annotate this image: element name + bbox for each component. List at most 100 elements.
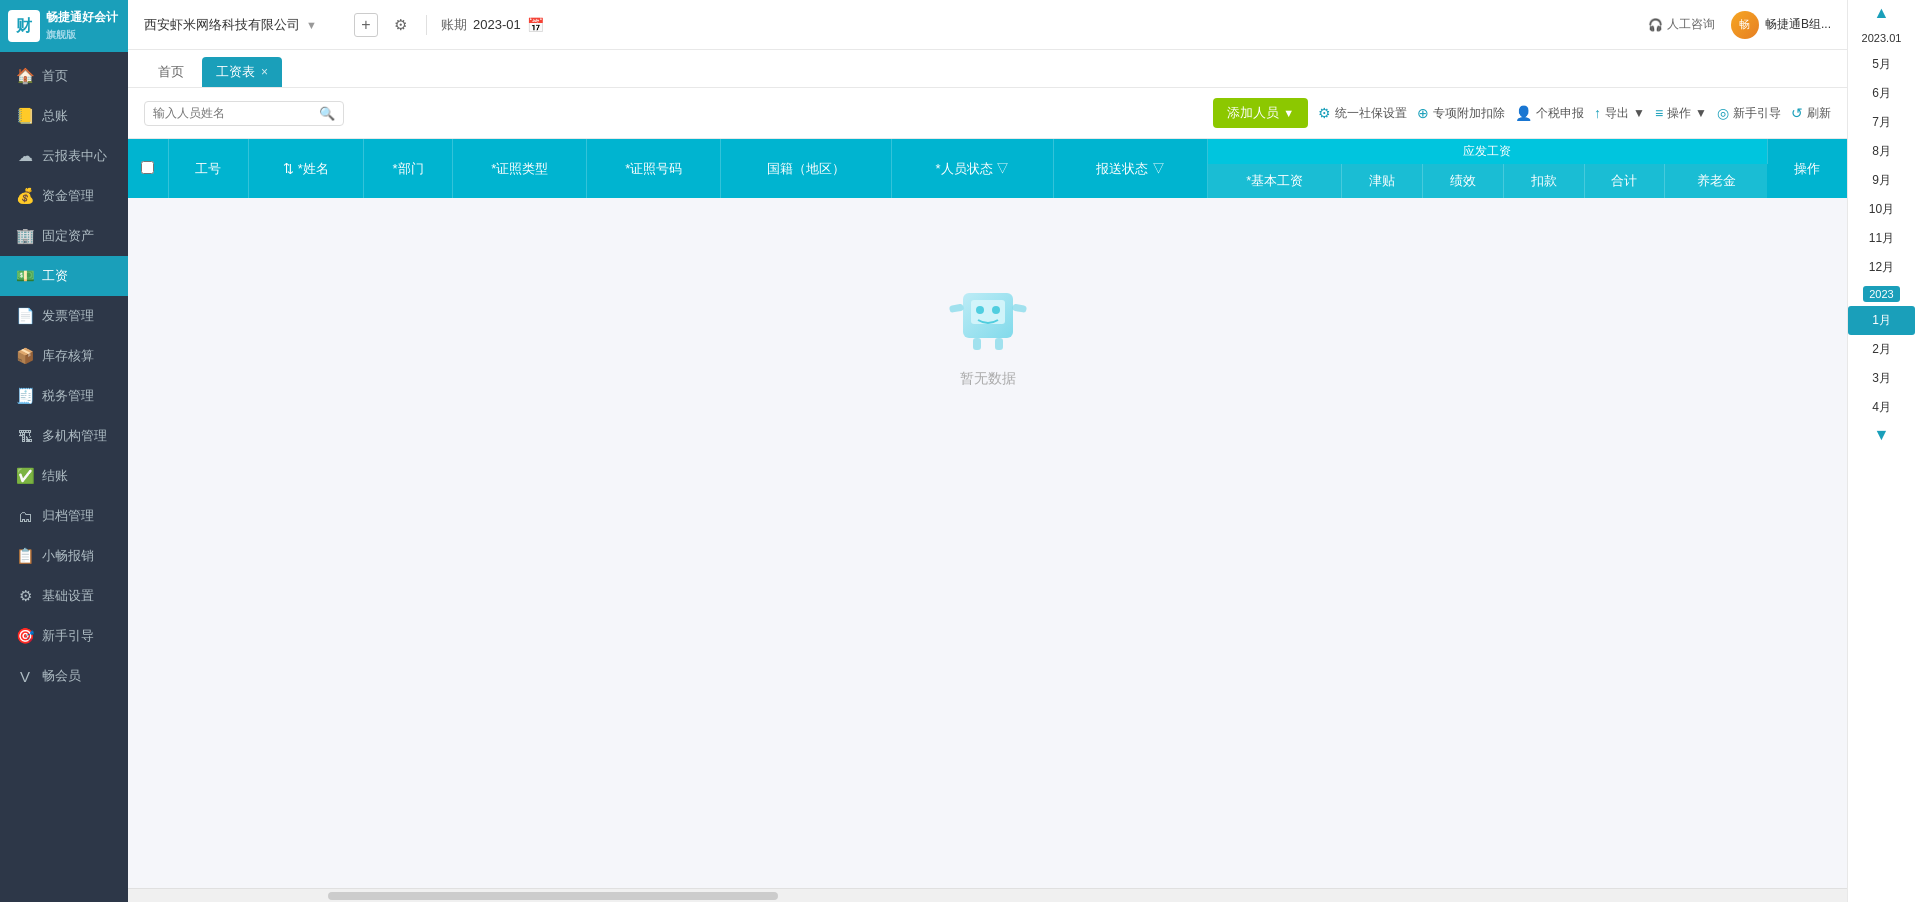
period-value: 2023-01 (473, 17, 521, 32)
newbie-action[interactable]: ◎ 新手引导 (1717, 105, 1781, 122)
sidebar-item-tax[interactable]: 🧾 税务管理 (0, 376, 128, 416)
operation-icon: ≡ (1655, 105, 1663, 121)
sidebar-item-close-account[interactable]: ✅ 结账 (0, 456, 128, 496)
tax-declare-icon: 👤 (1515, 105, 1532, 121)
tab-close-icon[interactable]: × (261, 65, 268, 79)
empty-state: 暂无数据 (128, 198, 1847, 468)
salary-table: 工号 ⇅ *姓名 *部门 *证照类型 *证照号码 国籍（地区） *人员状态 ▽ … (128, 139, 1847, 198)
th-checkbox[interactable] (128, 139, 168, 198)
app-edition: 旗舰版 (46, 28, 118, 42)
date-nav-down[interactable]: ▼ (1870, 422, 1894, 448)
svg-rect-7 (1011, 304, 1026, 313)
main-area: 西安虾米网络科技有限公司 ▼ + ⚙ 账期 2023-01 📅 🎧 人工咨询 畅… (128, 0, 1847, 902)
tab-home-label: 首页 (158, 63, 184, 81)
sidebar-icon-fixed-asset: 🏢 (16, 227, 34, 245)
tab-salary-table[interactable]: 工资表 × (202, 57, 282, 87)
tabs-bar: 首页 工资表 × (128, 50, 1847, 88)
svg-rect-6 (949, 304, 964, 313)
export-action[interactable]: ↑ 导出 ▼ (1594, 105, 1645, 122)
sidebar-item-guide[interactable]: 🎯 新手引导 (0, 616, 128, 656)
social-security-label: 统一社保设置 (1335, 105, 1407, 122)
report-status-filter-icon[interactable]: ▽ (1152, 161, 1165, 176)
sidebar-item-home[interactable]: 🏠 首页 (0, 56, 128, 96)
month-2022-12[interactable]: 12月 (1848, 253, 1915, 282)
horizontal-scrollbar[interactable] (128, 888, 1847, 902)
table-header-row1: 工号 ⇅ *姓名 *部门 *证照类型 *证照号码 国籍（地区） *人员状态 ▽ … (128, 139, 1847, 164)
tab-home[interactable]: 首页 (144, 57, 198, 87)
sidebar-label-ledger: 总账 (42, 107, 68, 125)
date-nav-up[interactable]: ▲ (1870, 0, 1894, 26)
human-service-button[interactable]: 🎧 人工咨询 (1648, 16, 1715, 33)
th-person-status: *人员状态 ▽ (891, 139, 1054, 198)
sidebar-label-expense: 小畅报销 (42, 547, 94, 565)
sidebar-item-member[interactable]: V 畅会员 (0, 656, 128, 696)
month-2022-05[interactable]: 5月 (1848, 50, 1915, 79)
empty-icon (943, 278, 1033, 358)
sidebar-item-fund[interactable]: 💰 资金管理 (0, 176, 128, 216)
sidebar-item-archive[interactable]: 🗂 归档管理 (0, 496, 128, 536)
month-2022-07[interactable]: 7月 (1848, 108, 1915, 137)
search-input[interactable] (153, 106, 313, 120)
person-status-filter-icon[interactable]: ▽ (996, 161, 1009, 176)
company-selector[interactable]: 西安虾米网络科技有限公司 ▼ (144, 16, 344, 34)
sidebar-item-multi-org[interactable]: 🏗 多机构管理 (0, 416, 128, 456)
svg-point-2 (976, 306, 984, 314)
th-id-no: *证照号码 (587, 139, 721, 198)
month-2023-03[interactable]: 3月 (1848, 364, 1915, 393)
special-deduction-action[interactable]: ⊕ 专项附加扣除 (1417, 105, 1505, 122)
th-action: 操作 (1767, 139, 1847, 198)
sidebar-item-invoice[interactable]: 📄 发票管理 (0, 296, 128, 336)
month-2023-01[interactable]: 1月 (1848, 306, 1915, 335)
sidebar-icon-ledger: 📒 (16, 107, 34, 125)
headset-icon: 🎧 (1648, 18, 1663, 32)
month-2022-11[interactable]: 11月 (1848, 224, 1915, 253)
logo-text-wrap: 畅捷通好会计 旗舰版 (46, 10, 118, 42)
search-icon: 🔍 (319, 106, 335, 121)
month-2023-04[interactable]: 4月 (1848, 393, 1915, 422)
sidebar-icon-archive: 🗂 (16, 508, 34, 525)
sidebar-item-cloud-report[interactable]: ☁ 云报表中心 (0, 136, 128, 176)
calendar-icon[interactable]: 📅 (527, 17, 544, 33)
header-divider (426, 15, 427, 35)
month-2023-02[interactable]: 2月 (1848, 335, 1915, 364)
sidebar-item-salary[interactable]: 💵 工资 (0, 256, 128, 296)
sidebar-item-fixed-asset[interactable]: 🏢 固定资产 (0, 216, 128, 256)
social-security-action[interactable]: ⚙ 统一社保设置 (1318, 105, 1407, 122)
th-base-salary: *基本工资 (1208, 164, 1342, 198)
sidebar-label-salary: 工资 (42, 267, 68, 285)
month-2022-06[interactable]: 6月 (1848, 79, 1915, 108)
refresh-label: 刷新 (1807, 105, 1831, 122)
refresh-action[interactable]: ↺ 刷新 (1791, 105, 1831, 122)
th-nationality: 国籍（地区） (721, 139, 891, 198)
operation-action[interactable]: ≡ 操作 ▼ (1655, 105, 1707, 122)
toolbar-right: 添加人员 ▼ ⚙ 统一社保设置 ⊕ 专项附加扣除 👤 个税申报 ↑ 导出 (1213, 98, 1831, 128)
sidebar-icon-multi-org: 🏗 (16, 428, 34, 445)
sidebar-label-guide: 新手引导 (42, 627, 94, 645)
select-all-checkbox[interactable] (141, 161, 154, 174)
newbie-label: 新手引导 (1733, 105, 1781, 122)
social-security-icon: ⚙ (1318, 105, 1331, 121)
year-2023-badge: 2023 (1863, 286, 1899, 302)
refresh-icon: ↺ (1791, 105, 1803, 121)
sidebar-item-stock[interactable]: 📦 库存核算 (0, 336, 128, 376)
company-settings-button[interactable]: ⚙ (388, 13, 412, 37)
export-dropdown-icon: ▼ (1633, 106, 1645, 120)
user-menu[interactable]: 畅 畅捷通B组... (1731, 11, 1831, 39)
sidebar-item-expense[interactable]: 📋 小畅报销 (0, 536, 128, 576)
month-2022-10[interactable]: 10月 (1848, 195, 1915, 224)
company-name: 西安虾米网络科技有限公司 (144, 16, 300, 34)
add-person-button[interactable]: 添加人员 ▼ (1213, 98, 1308, 128)
special-deduction-label: 专项附加扣除 (1433, 105, 1505, 122)
month-2022-08[interactable]: 8月 (1848, 137, 1915, 166)
sidebar-label-archive: 归档管理 (42, 507, 94, 525)
add-company-button[interactable]: + (354, 13, 378, 37)
app-logo: 财 畅捷通好会计 旗舰版 (0, 0, 128, 52)
sidebar-icon-close-account: ✅ (16, 467, 34, 485)
th-report-status: 报送状态 ▽ (1054, 139, 1208, 198)
sidebar-item-ledger[interactable]: 📒 总账 (0, 96, 128, 136)
sidebar-item-basic-settings[interactable]: ⚙ 基础设置 (0, 576, 128, 616)
tax-declare-action[interactable]: 👤 个税申报 (1515, 105, 1584, 122)
content-area: 🔍 添加人员 ▼ ⚙ 统一社保设置 ⊕ 专项附加扣除 👤 个税申报 (128, 88, 1847, 902)
month-2022-09[interactable]: 9月 (1848, 166, 1915, 195)
scrollbar-thumb[interactable] (328, 892, 778, 900)
